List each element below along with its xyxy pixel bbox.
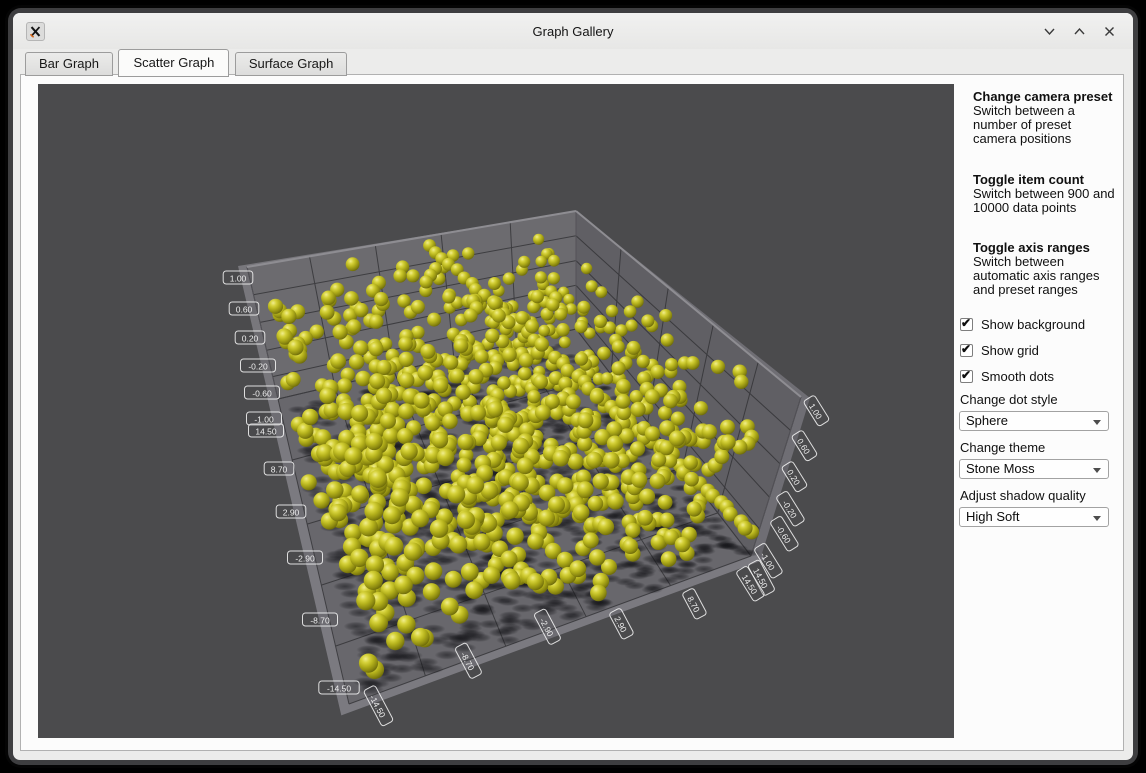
close-button[interactable] (1102, 24, 1117, 39)
maximize-button[interactable] (1072, 24, 1087, 39)
window-title: Graph Gallery (532, 24, 614, 39)
checkmark-icon: ✔ (961, 368, 972, 382)
dropdown-arrow-icon (1093, 468, 1101, 473)
checkbox-box[interactable]: ✔ (960, 316, 973, 331)
tab-bar-graph[interactable]: Bar Graph (25, 52, 113, 76)
toggle-axis-ranges-button[interactable]: Toggle axis ranges Switch between automa… (973, 241, 1115, 297)
smooth-dots-checkbox[interactable]: ✔ Smooth dots (960, 368, 1054, 384)
dropdown-arrow-icon (1093, 420, 1101, 425)
dropdown-arrow-icon (1093, 516, 1101, 521)
axis-label-pill: -14.50 (318, 680, 360, 695)
chevron-up-icon (1074, 27, 1085, 35)
svg-text:-0.20: -0.20 (248, 362, 268, 372)
control-panel: Change camera preset Switch between a nu… (954, 84, 1122, 738)
svg-text:-0.60: -0.60 (252, 389, 272, 399)
svg-text:-2.90: -2.90 (295, 554, 315, 564)
change-camera-preset-button[interactable]: Change camera preset Switch between a nu… (973, 90, 1115, 146)
axis-label-pill: 8.70 (263, 461, 295, 476)
svg-text:-1.00: -1.00 (254, 415, 274, 425)
shadow-quality-select[interactable]: High Soft (959, 507, 1109, 527)
checkmark-icon: ✔ (961, 342, 972, 356)
chevron-down-icon (1044, 28, 1055, 36)
axis-label-pill: -2.90 (287, 550, 323, 565)
axis-label-pill: -0.60 (244, 385, 280, 400)
axis-label-pill: 2.90 (275, 504, 307, 519)
axis-label-pill: 1.00 (222, 270, 254, 285)
toggle-item-count-button[interactable]: Toggle item count Switch between 900 and… (973, 173, 1115, 215)
dot-style-select[interactable]: Sphere (959, 411, 1109, 431)
window-frame: Graph Gallery Bar Graph Scatter Graph Su… (8, 8, 1138, 765)
title-bar[interactable]: Graph Gallery (13, 13, 1133, 49)
svg-text:0.60: 0.60 (236, 305, 253, 315)
minimize-button[interactable] (1042, 24, 1057, 39)
axis-label-pill: 14.50 (248, 423, 284, 438)
svg-text:2.90: 2.90 (283, 508, 300, 518)
adjust-shadow-quality-label: Adjust shadow quality (960, 488, 1086, 503)
change-dot-style-label: Change dot style (960, 392, 1058, 407)
show-background-checkbox[interactable]: ✔ Show background (960, 316, 1085, 332)
checkbox-box[interactable]: ✔ (960, 368, 973, 383)
theme-select[interactable]: Stone Moss (959, 459, 1109, 479)
scatter-3d-view[interactable]: 1.00 0.60 0.20 -0.20 -0.60 -1.00 14.50 8.70 2.90… (38, 84, 954, 738)
checkbox-box[interactable]: ✔ (960, 342, 973, 357)
axis-label-pill: -1.00 (246, 411, 282, 426)
svg-text:14.50: 14.50 (255, 427, 277, 437)
svg-text:8.70: 8.70 (271, 465, 288, 475)
svg-text:1.00: 1.00 (230, 274, 247, 284)
close-icon (1105, 27, 1114, 36)
axis-label-pill: 0.60 (228, 301, 260, 316)
axis-label-pill: -8.70 (302, 612, 338, 627)
checkmark-icon: ✔ (961, 316, 972, 330)
axis-label-pill: -0.20 (240, 358, 276, 373)
svg-text:-8.70: -8.70 (310, 616, 330, 626)
svg-text:0.20: 0.20 (242, 334, 259, 344)
svg-text:-14.50: -14.50 (327, 684, 351, 694)
app-window: Graph Gallery Bar Graph Scatter Graph Su… (13, 13, 1133, 760)
tab-page: 1.00 0.60 0.20 -0.20 -0.60 -1.00 14.50 8.70 2.90… (20, 74, 1124, 751)
axis-label-pill: 0.20 (234, 330, 266, 345)
show-grid-checkbox[interactable]: ✔ Show grid (960, 342, 1039, 358)
tab-surface-graph[interactable]: Surface Graph (234, 52, 348, 76)
tab-scatter-graph[interactable]: Scatter Graph (118, 49, 230, 77)
tab-bar: Bar Graph Scatter Graph Surface Graph (25, 48, 348, 77)
change-theme-label: Change theme (960, 440, 1046, 455)
